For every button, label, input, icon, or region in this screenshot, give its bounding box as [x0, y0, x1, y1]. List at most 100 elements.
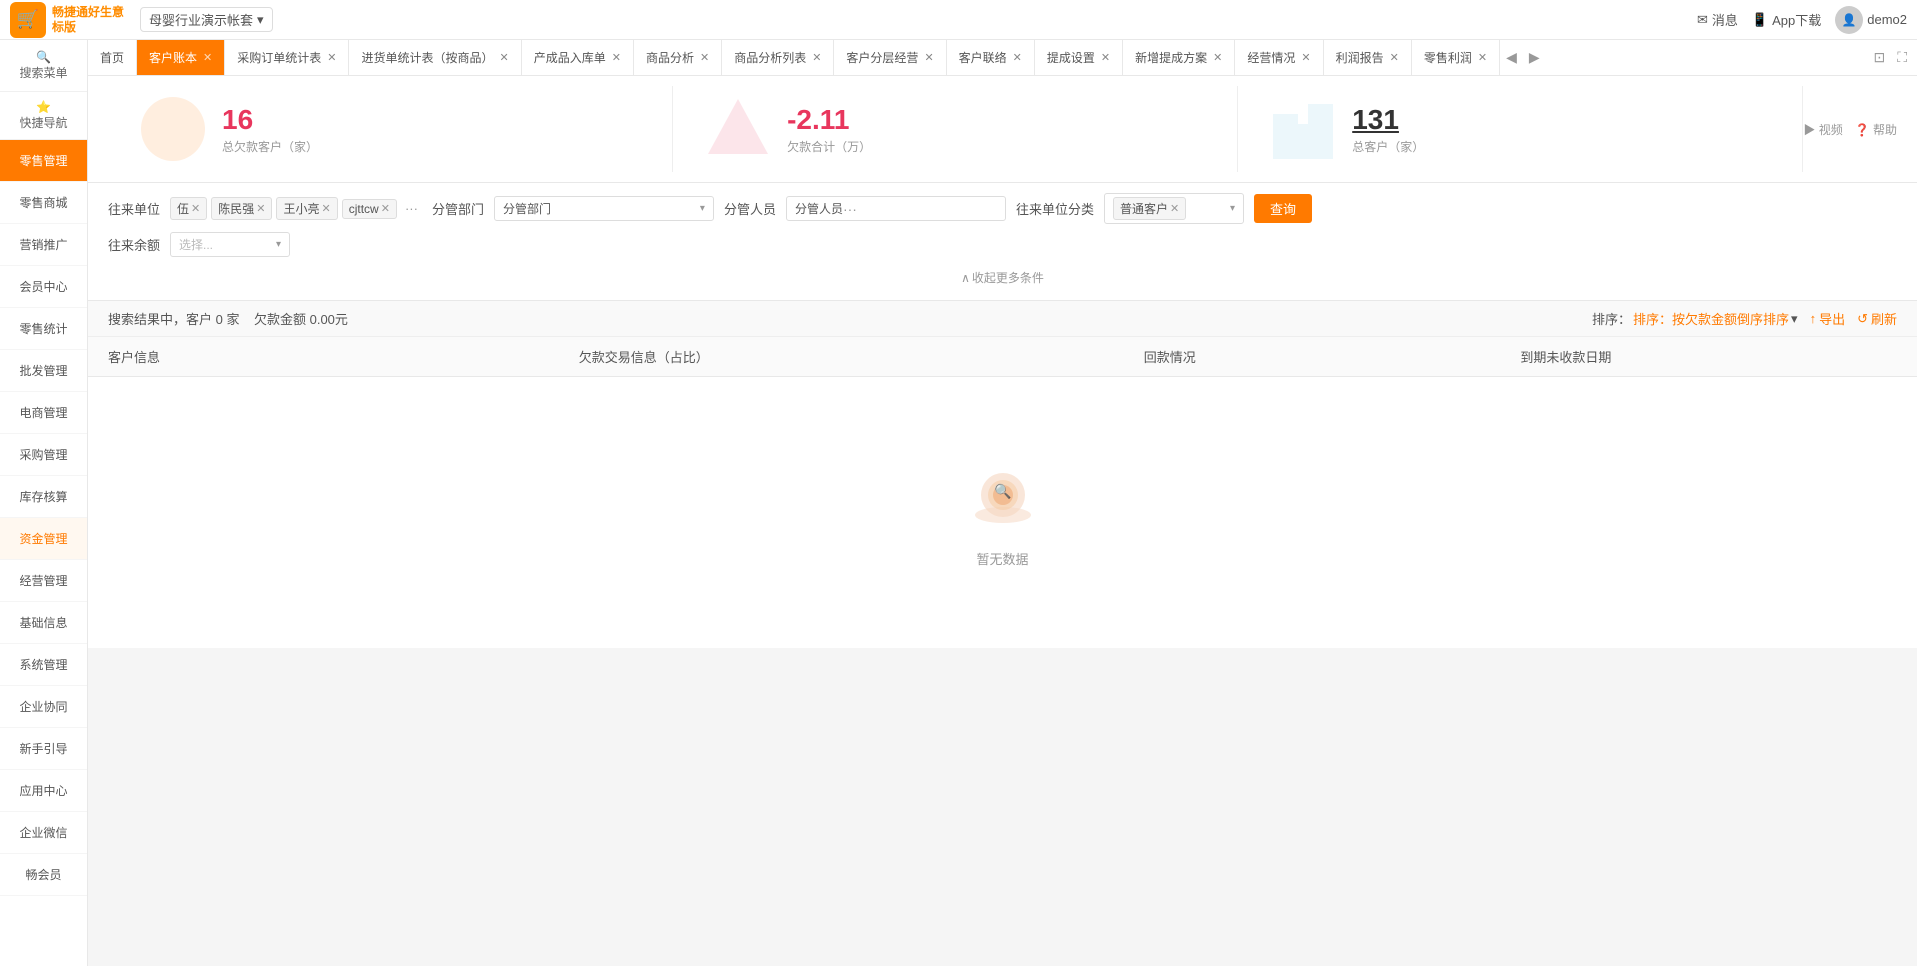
tab-close-icon[interactable]: ✕: [612, 51, 621, 64]
svg-text:🔍: 🔍: [994, 482, 1011, 500]
unit-tag-3: 王小亮 ✕: [276, 197, 337, 220]
tab-close-icon[interactable]: ✕: [1101, 51, 1110, 64]
export-btn[interactable]: ↑ 导出: [1810, 309, 1846, 328]
stats-row: ¥ 16 总欠款客户（家） -2: [88, 76, 1917, 183]
tab-product-inbound[interactable]: 产成品入库单 ✕: [522, 40, 634, 76]
tab-close-icon[interactable]: ✕: [700, 51, 709, 64]
tab-close-icon[interactable]: ✕: [1390, 51, 1399, 64]
sidebar-item-wholesale-mgmt[interactable]: 批发管理: [0, 350, 87, 392]
sidebar-quick-nav[interactable]: ⭐ 快捷导航: [0, 92, 87, 140]
filter-area: 往来单位 伍 ✕ 陈民强 ✕ 王小亮 ✕: [88, 183, 1917, 301]
unit-tag-1-remove[interactable]: ✕: [191, 202, 200, 215]
unit-type-select[interactable]: 普通客户 ✕ ▾: [1104, 193, 1244, 224]
tab-profit-report[interactable]: 利润报告 ✕: [1324, 40, 1412, 76]
tab-customer-tier[interactable]: 客户分层经营 ✕: [834, 40, 946, 76]
sidebar-item-label: 企业微信: [19, 826, 67, 840]
sidebar-item-marketing[interactable]: 营销推广: [0, 224, 87, 266]
sidebar-item-ecommerce[interactable]: 电商管理: [0, 392, 87, 434]
dept-select-arrow: ▾: [700, 203, 705, 214]
sidebar-item-retail-mall[interactable]: 零售商城: [0, 182, 87, 224]
unit-more-btn[interactable]: ···: [401, 201, 422, 216]
sidebar-item-label: 畅会员: [25, 868, 61, 882]
unit-tag-4-remove[interactable]: ✕: [381, 202, 390, 215]
unit-tag-2-remove[interactable]: ✕: [256, 202, 265, 215]
dept-select[interactable]: 分管部门 ▾: [494, 196, 714, 221]
stat-info-1: 16 总欠款客户（家）: [222, 104, 318, 155]
app-download-icon: 📱: [1752, 12, 1768, 28]
video-btn[interactable]: ▶ 视频: [1803, 121, 1842, 138]
tab-biz-status[interactable]: 经营情况 ✕: [1235, 40, 1323, 76]
message-btn[interactable]: ✉ 消息: [1697, 10, 1738, 29]
tab-close-icon[interactable]: ✕: [1013, 51, 1022, 64]
query-btn[interactable]: 查询: [1254, 194, 1312, 223]
unit-type-tag-remove[interactable]: ✕: [1170, 202, 1179, 215]
tab-product-analysis-list[interactable]: 商品分析列表 ✕: [722, 40, 834, 76]
sidebar-item-finance[interactable]: 资金管理: [0, 518, 87, 560]
help-btn[interactable]: ❓ 帮助: [1855, 121, 1897, 138]
search-count-label: 搜索结果中，客户: [108, 312, 212, 327]
sidebar-search-label: 搜索菜单: [19, 66, 67, 80]
tab-label: 产成品入库单: [534, 49, 606, 66]
tab-add-commission[interactable]: 新增提成方案 ✕: [1123, 40, 1235, 76]
unit-type-tag-label: 普通客户: [1120, 200, 1168, 217]
tab-close-icon[interactable]: ✕: [1301, 51, 1310, 64]
store-selector[interactable]: 母婴行业演示帐套 ▾: [140, 7, 273, 32]
app-download-btn[interactable]: 📱 App下载: [1752, 10, 1821, 29]
sidebar-item-purchase[interactable]: 采购管理: [0, 434, 87, 476]
sidebar-item-newbie[interactable]: 新手引导: [0, 728, 87, 770]
tab-customer-ledger[interactable]: 客户账本 ✕: [137, 40, 225, 76]
tab-maximize-btn[interactable]: ⛶: [1893, 47, 1911, 68]
sidebar-item-enterprise-wechat[interactable]: 企业微信: [0, 812, 87, 854]
sidebar-item-retail-mgmt[interactable]: 零售管理: [0, 140, 87, 182]
sort-label-text: 排序：: [1592, 309, 1631, 328]
th-repay-info: 回款情况: [1144, 347, 1521, 366]
unit-tag-4: cjttcw ✕: [342, 199, 397, 219]
tab-commission-settings[interactable]: 提成设置 ✕: [1035, 40, 1123, 76]
tab-product-analysis[interactable]: 商品分析 ✕: [634, 40, 722, 76]
refresh-btn[interactable]: ↺ 刷新: [1857, 309, 1897, 328]
tab-label: 商品分析: [646, 49, 694, 66]
tab-customer-contact[interactable]: 客户联络 ✕: [947, 40, 1035, 76]
tab-actions: ⊡ ⛶: [1869, 47, 1917, 68]
tab-label: 首页: [100, 49, 124, 66]
sidebar-item-system[interactable]: 系统管理: [0, 644, 87, 686]
sidebar-item-label: 会员中心: [19, 280, 67, 294]
sidebar-item-label: 批发管理: [19, 364, 67, 378]
unit-tag-2-label: 陈民强: [218, 200, 254, 217]
tab-retail-profit[interactable]: 零售利润 ✕: [1412, 40, 1500, 76]
sidebar-item-label: 资金管理: [19, 532, 67, 546]
tab-restore-btn[interactable]: ⊡: [1869, 47, 1889, 68]
sidebar-item-enterprise[interactable]: 企业协同: [0, 686, 87, 728]
tab-label: 商品分析列表: [734, 49, 806, 66]
sidebar-search[interactable]: 🔍 搜索菜单: [0, 40, 87, 92]
sidebar-item-member-center[interactable]: 会员中心: [0, 266, 87, 308]
tab-close-icon[interactable]: ✕: [203, 51, 212, 64]
user-area[interactable]: 👤 demo2: [1835, 6, 1907, 34]
tab-close-icon[interactable]: ✕: [1213, 51, 1222, 64]
collapse-btn[interactable]: ∧ 收起更多条件: [961, 269, 1044, 286]
tab-close-icon[interactable]: ✕: [924, 51, 933, 64]
sidebar-item-app-center[interactable]: 应用中心: [0, 770, 87, 812]
sidebar-item-basic[interactable]: 基础信息: [0, 602, 87, 644]
sidebar-item-vip-member[interactable]: 畅会员: [0, 854, 87, 896]
tab-purchase-order-stats[interactable]: 采购订单统计表 ✕: [225, 40, 349, 76]
sidebar-item-inventory[interactable]: 库存核算: [0, 476, 87, 518]
video-help-area: ▶ 视频 ❓ 帮助: [1803, 121, 1897, 138]
sidebar-item-retail-stats[interactable]: 零售统计: [0, 308, 87, 350]
tab-label: 客户账本: [149, 49, 197, 66]
sidebar-item-ops[interactable]: 经营管理: [0, 560, 87, 602]
tab-close-icon[interactable]: ✕: [1478, 51, 1487, 64]
person-select[interactable]: 分管人员 ···: [786, 196, 1006, 221]
tab-scroll-right[interactable]: ▶: [1523, 49, 1546, 66]
video-label: 视频: [1819, 123, 1843, 137]
tab-stock-stats-by-product[interactable]: 进货单统计表（按商品） ✕: [349, 40, 521, 76]
unit-tag-3-remove[interactable]: ✕: [322, 202, 331, 215]
collapse-row: ∧ 收起更多条件: [108, 265, 1897, 290]
sort-select[interactable]: 排序： 排序：按欠款金额倒序排序 ▾: [1592, 309, 1798, 328]
tab-home[interactable]: 首页: [88, 40, 137, 76]
tab-scroll-left[interactable]: ◀: [1500, 49, 1523, 66]
tab-close-icon[interactable]: ✕: [500, 51, 509, 64]
tab-close-icon[interactable]: ✕: [327, 51, 336, 64]
balance-select[interactable]: 选择... ▾: [170, 232, 290, 257]
tab-close-icon[interactable]: ✕: [812, 51, 821, 64]
